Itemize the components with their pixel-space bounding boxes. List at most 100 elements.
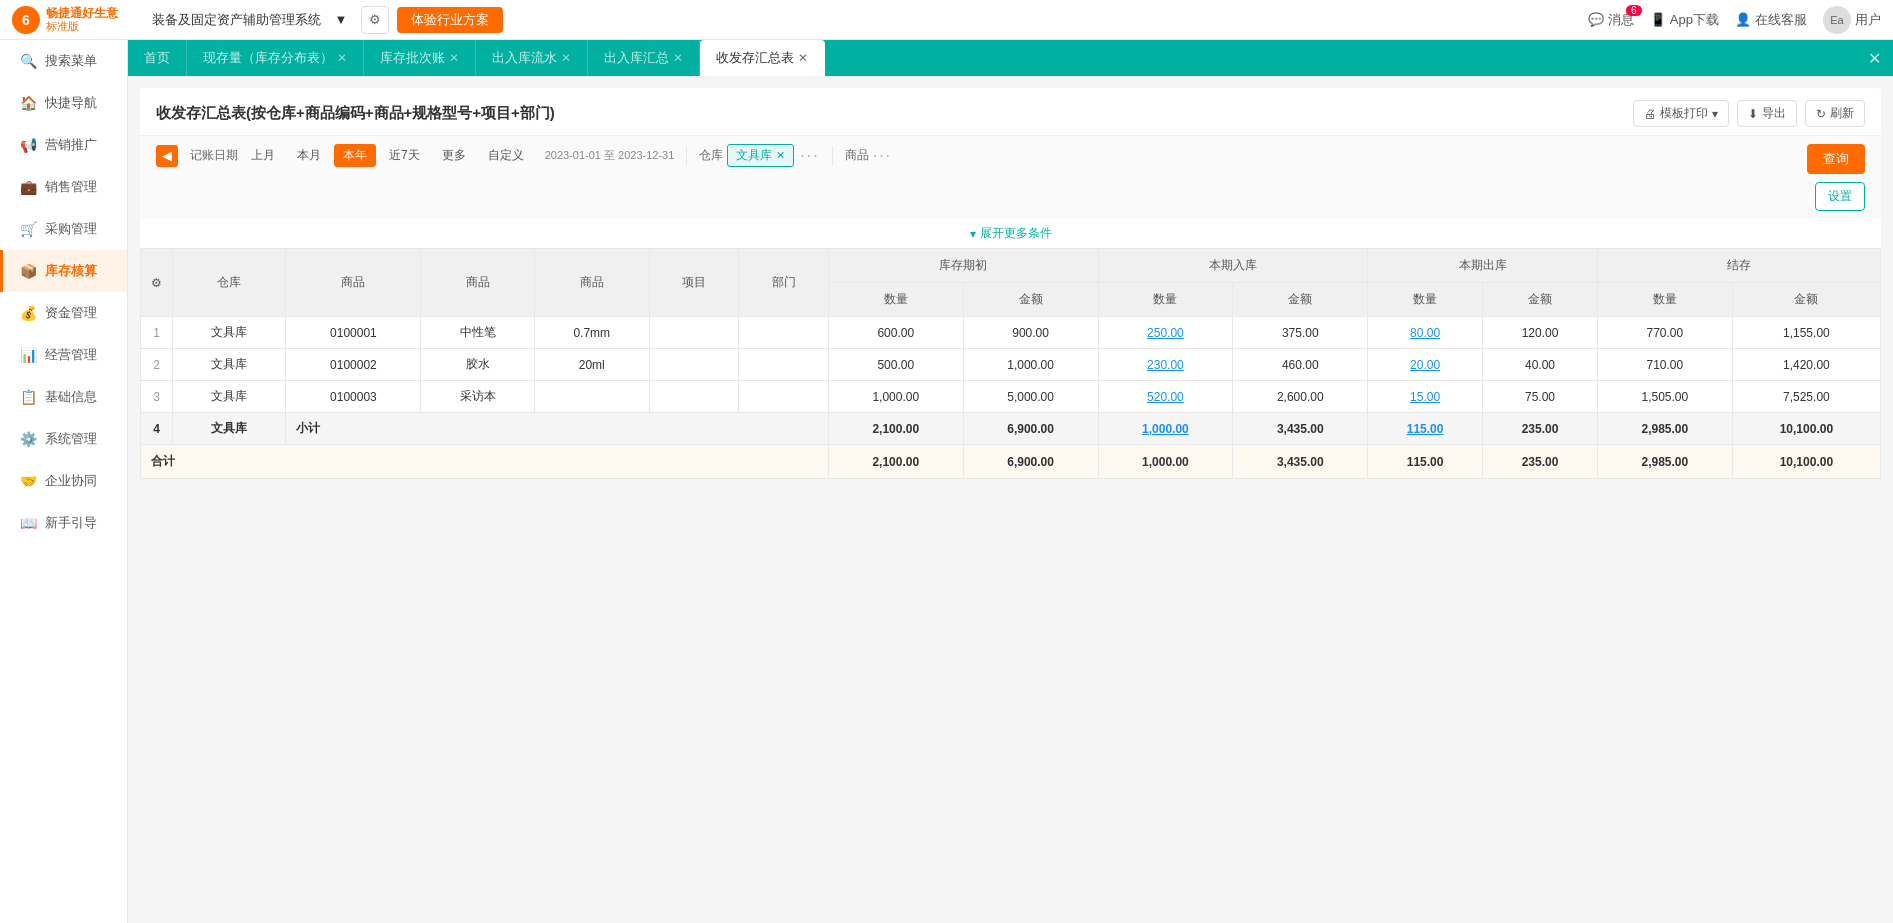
filter-expand-row: ▾ 展开更多条件 [140, 219, 1881, 248]
row-in-qty[interactable]: 520.00 [1098, 381, 1233, 413]
row-goods-code: 0100001 [286, 317, 421, 349]
subtotal-open-amt: 6,900.00 [963, 413, 1098, 445]
row-warehouse: 文具库 [173, 317, 286, 349]
table-settings-icon[interactable]: ⚙ [151, 276, 162, 290]
warehouse-tag[interactable]: 文具库 ✕ [727, 144, 794, 167]
date-btn-last-month[interactable]: 上月 [242, 144, 284, 167]
expand-conditions-button[interactable]: ▾ 展开更多条件 [970, 225, 1052, 242]
sidebar-item-sales[interactable]: 💼 销售管理 [0, 166, 127, 208]
date-range: 2023-01-01 至 2023-12-31 [545, 148, 675, 163]
settings-icon[interactable]: ⚙ [361, 6, 389, 34]
row-bal-amt: 1,155.00 [1732, 317, 1880, 349]
top-right-actions: 💬 消息 6 📱 App下载 👤 在线客服 Ea 用户 [1588, 6, 1881, 34]
subtotal-label: 小计 [286, 413, 828, 445]
col-in-amt: 金额 [1233, 283, 1368, 317]
sidebar-item-finance[interactable]: 💰 资金管理 [0, 292, 127, 334]
sidebar-item-search[interactable]: 🔍 搜索菜单 [0, 40, 127, 82]
user-item[interactable]: Ea 用户 [1823, 6, 1881, 34]
tab-batch-accounts[interactable]: 库存批次账 ✕ [364, 40, 476, 76]
refresh-button[interactable]: ↻ 刷新 [1805, 100, 1865, 127]
set-button[interactable]: 设置 [1815, 182, 1865, 211]
sidebar-item-operations[interactable]: 📊 经营管理 [0, 334, 127, 376]
row-open-qty: 600.00 [828, 317, 963, 349]
title-dropdown-icon[interactable]: ▼ [329, 8, 353, 32]
row-in-amt: 2,600.00 [1233, 381, 1368, 413]
row-dept [739, 317, 829, 349]
row-open-amt: 900.00 [963, 317, 1098, 349]
row-in-qty[interactable]: 230.00 [1098, 349, 1233, 381]
tab-close-inventory-dist[interactable]: ✕ [337, 51, 347, 65]
tab-recv-send-summary[interactable]: 收发存汇总表 ✕ [700, 40, 825, 76]
guide-icon: 📖 [19, 514, 37, 532]
main-layout: 🔍 搜索菜单 🏠 快捷导航 📢 营销推广 💼 销售管理 🛒 采购管理 📦 库存核… [0, 40, 1893, 923]
row-dept [739, 349, 829, 381]
col-goods-spec-header: 商品 [534, 249, 649, 317]
chevron-down-icon: ▾ [1712, 107, 1718, 121]
subtotal-in-qty[interactable]: 1,000.00 [1098, 413, 1233, 445]
col-goods-name-header: 商品 [421, 249, 534, 317]
tab-close-inout-summary[interactable]: ✕ [673, 51, 683, 65]
print-icon: 🖨 [1644, 107, 1656, 121]
online-service-item[interactable]: 👤 在线客服 [1735, 11, 1807, 29]
table-section: ⚙ 仓库 商品 商品 商品 项目 部门 库存期初 本期入库 本期出库 [140, 248, 1881, 479]
sidebar-item-purchase[interactable]: 🛒 采购管理 [0, 208, 127, 250]
experience-button[interactable]: 体验行业方案 [397, 7, 503, 33]
tab-inout-summary[interactable]: 出入库汇总 ✕ [588, 40, 700, 76]
date-label: 记账日期 [190, 147, 238, 164]
sidebar-item-guide[interactable]: 📖 新手引导 [0, 502, 127, 544]
print-button[interactable]: 🖨 模板打印 ▾ [1633, 100, 1729, 127]
main-table: ⚙ 仓库 商品 商品 商品 项目 部门 库存期初 本期入库 本期出库 [140, 248, 1881, 479]
col-project-header: 项目 [649, 249, 739, 317]
subtotal-bal-qty: 2,985.00 [1597, 413, 1732, 445]
row-goods-spec: 0.7mm [534, 317, 649, 349]
date-btn-custom[interactable]: 自定义 [479, 144, 533, 167]
row-goods-name: 胶水 [421, 349, 534, 381]
query-button[interactable]: 查询 [1807, 144, 1865, 174]
tab-close-recv-send-summary[interactable]: ✕ [798, 51, 808, 65]
sidebar-item-inventory[interactable]: 📦 库存核算 [0, 250, 127, 292]
marketing-icon: 📢 [19, 136, 37, 154]
date-btn-this-year[interactable]: 本年 [334, 144, 376, 167]
date-btn-this-month[interactable]: 本月 [288, 144, 330, 167]
sidebar-item-basic-info[interactable]: 📋 基础信息 [0, 376, 127, 418]
col-settings-header[interactable]: ⚙ [141, 249, 173, 317]
row-bal-amt: 1,420.00 [1732, 349, 1880, 381]
app-download-item[interactable]: 📱 App下载 [1650, 11, 1719, 29]
tab-close-inout-flow[interactable]: ✕ [561, 51, 571, 65]
export-button[interactable]: ⬇ 导出 [1737, 100, 1797, 127]
date-btn-7days[interactable]: 近7天 [380, 144, 429, 167]
sidebar-item-system[interactable]: ⚙️ 系统管理 [0, 418, 127, 460]
tab-inventory-dist[interactable]: 现存量（库存分布表） ✕ [187, 40, 364, 76]
row-in-amt: 460.00 [1233, 349, 1368, 381]
tab-close-batch-accounts[interactable]: ✕ [449, 51, 459, 65]
logo-text: 畅捷通好生意 标准版 [46, 6, 118, 34]
filter-toggle-icon[interactable]: ◀ [156, 145, 178, 167]
logo-area: 6 畅捷通好生意 标准版 [12, 6, 140, 34]
row-goods-spec [534, 381, 649, 413]
tab-home[interactable]: 首页 [128, 40, 187, 76]
row-warehouse: 文具库 [173, 349, 286, 381]
row-in-qty[interactable]: 250.00 [1098, 317, 1233, 349]
row-num: 1 [141, 317, 173, 349]
warehouse-more-dots[interactable]: ··· [800, 147, 819, 165]
row-out-qty[interactable]: 20.00 [1368, 349, 1483, 381]
system-title: 装备及固定资产辅助管理系统 [152, 11, 321, 29]
goods-more-dots[interactable]: ··· [873, 147, 892, 165]
filter-divider-2 [832, 146, 833, 166]
subtotal-out-qty[interactable]: 115.00 [1368, 413, 1483, 445]
row-num: 2 [141, 349, 173, 381]
row-out-qty[interactable]: 15.00 [1368, 381, 1483, 413]
row-out-amt: 40.00 [1483, 349, 1598, 381]
row-out-qty[interactable]: 80.00 [1368, 317, 1483, 349]
footer-bal-amt: 10,100.00 [1732, 445, 1880, 479]
warehouse-tag-close[interactable]: ✕ [776, 149, 785, 162]
date-btn-more[interactable]: 更多 [433, 144, 475, 167]
sidebar-item-marketing[interactable]: 📢 营销推广 [0, 124, 127, 166]
sidebar-item-quick-nav[interactable]: 🏠 快捷导航 [0, 82, 127, 124]
sidebar-item-enterprise[interactable]: 🤝 企业协同 [0, 460, 127, 502]
tab-inout-flow[interactable]: 出入库流水 ✕ [476, 40, 588, 76]
tabs-close-all[interactable]: ✕ [1856, 49, 1893, 68]
table-row: 2 文具库 0100002 胶水 20ml 500.00 1,000.00 23… [141, 349, 1881, 381]
row-goods-name: 中性笔 [421, 317, 534, 349]
messages-item[interactable]: 💬 消息 6 [1588, 11, 1634, 29]
